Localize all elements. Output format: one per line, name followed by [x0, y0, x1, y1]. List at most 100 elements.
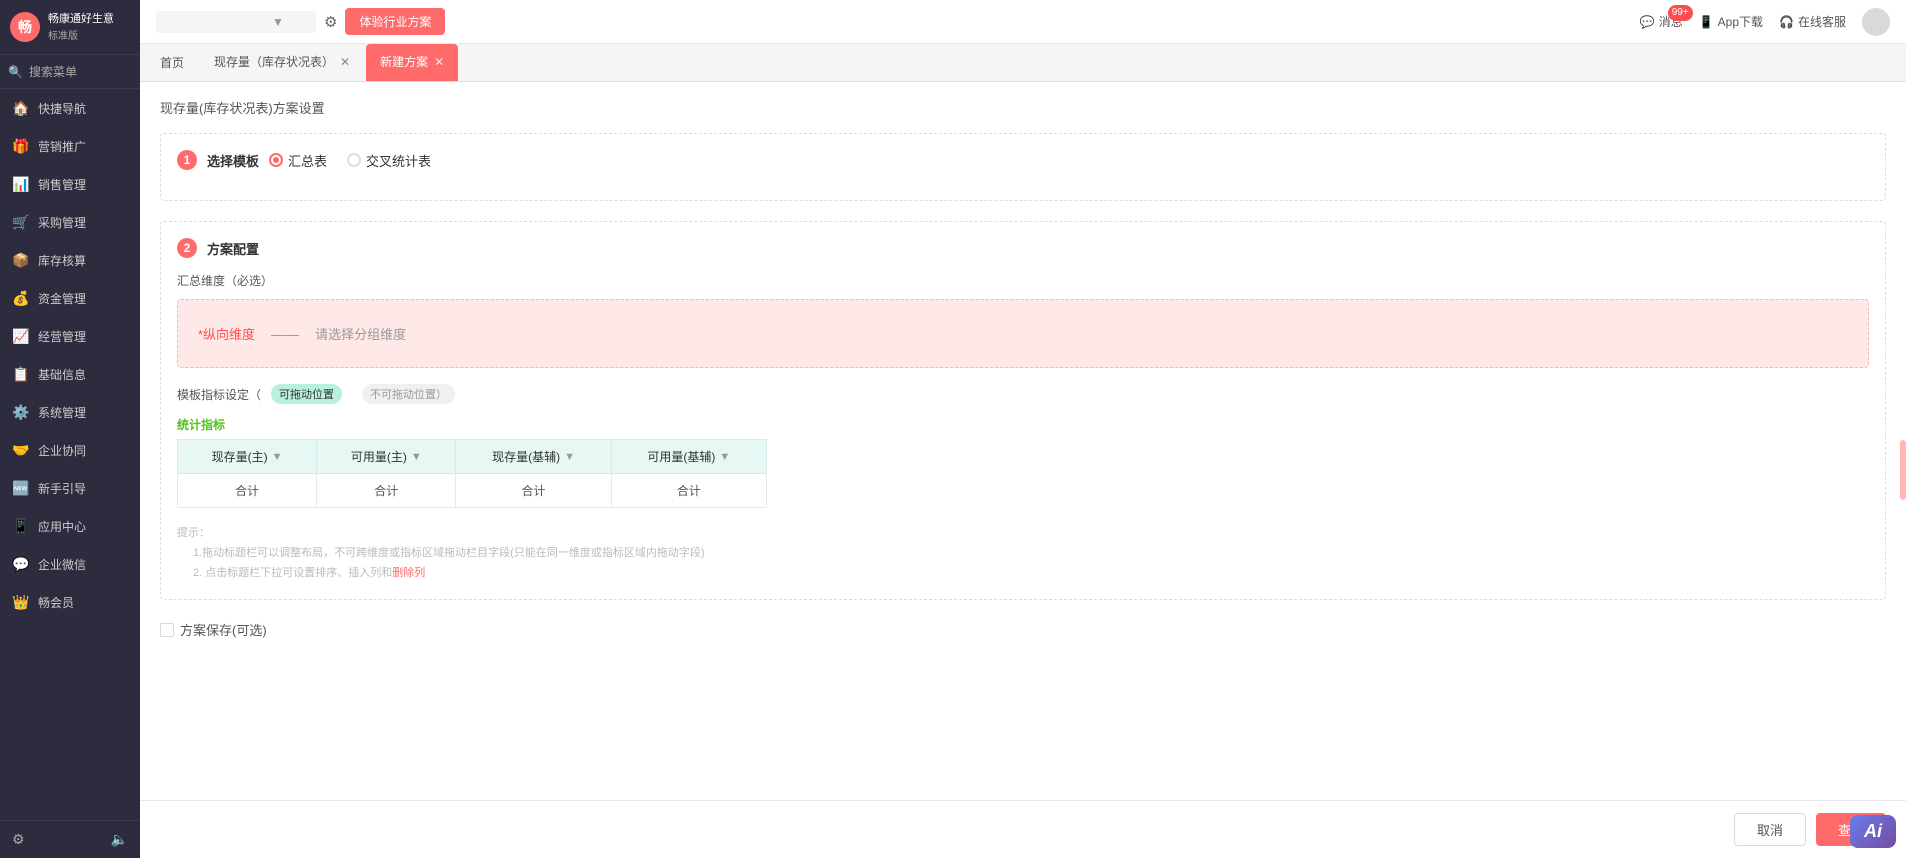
mobile-icon: 📱: [12, 517, 30, 535]
speaker-footer-icon[interactable]: 🔈: [111, 831, 128, 848]
dim-section-label: 汇总维度（必选）: [177, 272, 1869, 289]
col-inventory-main-label: 现存量(主): [212, 448, 268, 465]
dim-arrow: ——: [271, 326, 299, 342]
cell-available-main-total: 合计: [317, 474, 456, 508]
col-available-main[interactable]: 可用量(主) ▼: [317, 440, 456, 474]
section2-title: 方案配置: [207, 239, 259, 258]
col-available-aux-dropdown[interactable]: ▼: [719, 451, 730, 463]
settings-footer-icon[interactable]: ⚙: [12, 831, 25, 848]
topbar-search-area[interactable]: ▼: [156, 11, 316, 33]
app-download-item[interactable]: 📱 App下载: [1699, 13, 1763, 30]
section2-header: 2 方案配置: [177, 238, 1869, 258]
col-inventory-main-dropdown[interactable]: ▼: [272, 451, 283, 463]
indicator-draggable-pill: 可拖动位置: [271, 384, 342, 404]
crown-icon: 👑: [12, 593, 30, 611]
tab-home[interactable]: 首页: [146, 44, 198, 81]
section1-num: 1: [177, 150, 197, 170]
dropdown-icon: ▼: [272, 15, 284, 29]
sidebar-item-label: 畅会员: [38, 594, 74, 611]
page-title: 现存量(库存状况表)方案设置: [160, 98, 1886, 117]
topbar-right: 💬 消息 99+ 📱 App下载 🎧 在线客服: [1640, 8, 1890, 36]
sidebar-item-system[interactable]: ⚙️ 系统管理: [0, 393, 140, 431]
radio-summary[interactable]: 汇总表: [269, 151, 327, 170]
hint-line-1: 1.拖动标题栏可以调整布局，不可跨维度或指标区域拖动栏目字段(只能在同一维度或指…: [177, 544, 1869, 564]
sidebar-item-label: 销售管理: [38, 176, 86, 193]
main-content: ▼ ⚙ 体验行业方案 💬 消息 99+ 📱 App下载 🎧 在线客服 首页: [140, 0, 1906, 858]
sidebar-item-label: 新手引导: [38, 480, 86, 497]
dim-area[interactable]: *纵向维度 —— 请选择分组维度: [177, 299, 1869, 368]
col-available-main-label: 可用量(主): [351, 448, 407, 465]
sidebar-item-marketing[interactable]: 🎁 营销推广: [0, 127, 140, 165]
cell-inventory-main-total: 合计: [178, 474, 317, 508]
brand-icon: 畅: [10, 12, 40, 42]
user-avatar[interactable]: [1862, 8, 1890, 36]
hint-delete-highlight: 删除列: [392, 567, 425, 579]
col-inventory-aux[interactable]: 现存量(基辅) ▼: [456, 440, 611, 474]
tab-inventory-close-icon[interactable]: ✕: [340, 56, 350, 68]
radio-cross[interactable]: 交叉统计表: [347, 151, 431, 170]
sidebar-item-operations[interactable]: 📈 经营管理: [0, 317, 140, 355]
dim-placeholder: 请选择分组维度: [315, 324, 406, 343]
message-badge: 99+: [1668, 5, 1693, 21]
hints-section: 提示： 1.拖动标题栏可以调整布局，不可跨维度或指标区域拖动栏目字段(只能在同一…: [177, 524, 1869, 583]
search-input[interactable]: [166, 15, 266, 29]
section1-title: 选择模板: [207, 151, 259, 170]
dim-required-mark: *纵向维度: [198, 324, 255, 343]
money-icon: 💰: [12, 289, 30, 307]
sidebar-search-label: 搜索菜单: [29, 63, 77, 80]
ai-badge[interactable]: Ai: [1850, 815, 1896, 848]
tab-new-scheme[interactable]: 新建方案 ✕: [366, 44, 458, 81]
section-plan-config: 2 方案配置 汇总维度（必选） *纵向维度 —— 请选择分组维度 模板指标设定（…: [160, 221, 1886, 600]
tab-new-scheme-close-icon[interactable]: ✕: [434, 56, 444, 68]
phone-icon: 📱: [1699, 15, 1714, 29]
brand-edition: 标准版: [48, 27, 114, 42]
section-choose-template: 1 选择模板 汇总表 交叉统计表: [160, 133, 1886, 201]
sidebar-item-corp-wechat[interactable]: 💬 企业微信: [0, 545, 140, 583]
sidebar-item-basic-info[interactable]: 📋 基础信息: [0, 355, 140, 393]
save-checkbox[interactable]: [160, 623, 174, 637]
sidebar-item-label: 营销推广: [38, 138, 86, 155]
sidebar-item-vip-member[interactable]: 👑 畅会员: [0, 583, 140, 621]
sidebar-item-app-center[interactable]: 📱 应用中心: [0, 507, 140, 545]
sidebar: 畅 畅康通好生意 标准版 🔍 搜索菜单 🏠 快捷导航 🎁 营销推广 📊 销售管理…: [0, 0, 140, 858]
sidebar-item-inventory[interactable]: 📦 库存核算: [0, 241, 140, 279]
tab-home-label: 首页: [160, 54, 184, 71]
page-inner: 现存量(库存状况表)方案设置 1 选择模板 汇总表 交叉统计表: [140, 82, 1906, 858]
sidebar-item-quick-nav[interactable]: 🏠 快捷导航: [0, 89, 140, 127]
new-icon: 🆕: [12, 479, 30, 497]
col-available-aux[interactable]: 可用量(基辅) ▼: [611, 440, 766, 474]
headset-icon: 🎧: [1779, 15, 1794, 29]
sidebar-item-corp-agreement[interactable]: 🤝 企业协同: [0, 431, 140, 469]
message-item[interactable]: 💬 消息 99+: [1640, 13, 1683, 30]
scroll-indicator: [1900, 440, 1906, 500]
sidebar-search[interactable]: 🔍 搜索菜单: [0, 55, 140, 89]
sidebar-footer: ⚙ 🔈: [0, 820, 140, 858]
gift-icon: 🎁: [12, 137, 30, 155]
hints-title: 提示：: [177, 527, 210, 539]
chart-icon: 📊: [12, 175, 30, 193]
stats-section-label: 统计指标: [177, 416, 1869, 433]
cart-icon: 🛒: [12, 213, 30, 231]
sidebar-item-purchase[interactable]: 🛒 采购管理: [0, 203, 140, 241]
sidebar-item-sales[interactable]: 📊 销售管理: [0, 165, 140, 203]
stats-table: 现存量(主) ▼ 可用量(主) ▼: [177, 439, 767, 508]
online-service-item[interactable]: 🎧 在线客服: [1779, 13, 1846, 30]
app-download-label: App下载: [1718, 13, 1763, 30]
col-available-aux-label: 可用量(基辅): [647, 448, 715, 465]
sidebar-item-new-guide[interactable]: 🆕 新手引导: [0, 469, 140, 507]
gear-nav-icon: ⚙️: [12, 403, 30, 421]
col-available-main-dropdown[interactable]: ▼: [411, 451, 422, 463]
trial-btn[interactable]: 体验行业方案: [345, 8, 445, 35]
sidebar-item-label: 库存核算: [38, 252, 86, 269]
hint-line-2: 2. 点击标题栏下拉可设置排序、插入列和删除列: [177, 564, 1869, 584]
col-inventory-main[interactable]: 现存量(主) ▼: [178, 440, 317, 474]
radio-group-template: 汇总表 交叉统计表: [269, 151, 431, 170]
sidebar-item-label: 企业微信: [38, 556, 86, 573]
tab-inventory-status[interactable]: 现存量（库存状况表） ✕: [200, 44, 364, 81]
cell-inventory-aux-total: 合计: [456, 474, 611, 508]
col-inventory-aux-dropdown[interactable]: ▼: [564, 451, 575, 463]
topbar-gear-icon[interactable]: ⚙: [324, 13, 337, 31]
cancel-button[interactable]: 取消: [1734, 813, 1806, 846]
sidebar-item-finance[interactable]: 💰 资金管理: [0, 279, 140, 317]
radio-summary-label: 汇总表: [288, 151, 327, 170]
